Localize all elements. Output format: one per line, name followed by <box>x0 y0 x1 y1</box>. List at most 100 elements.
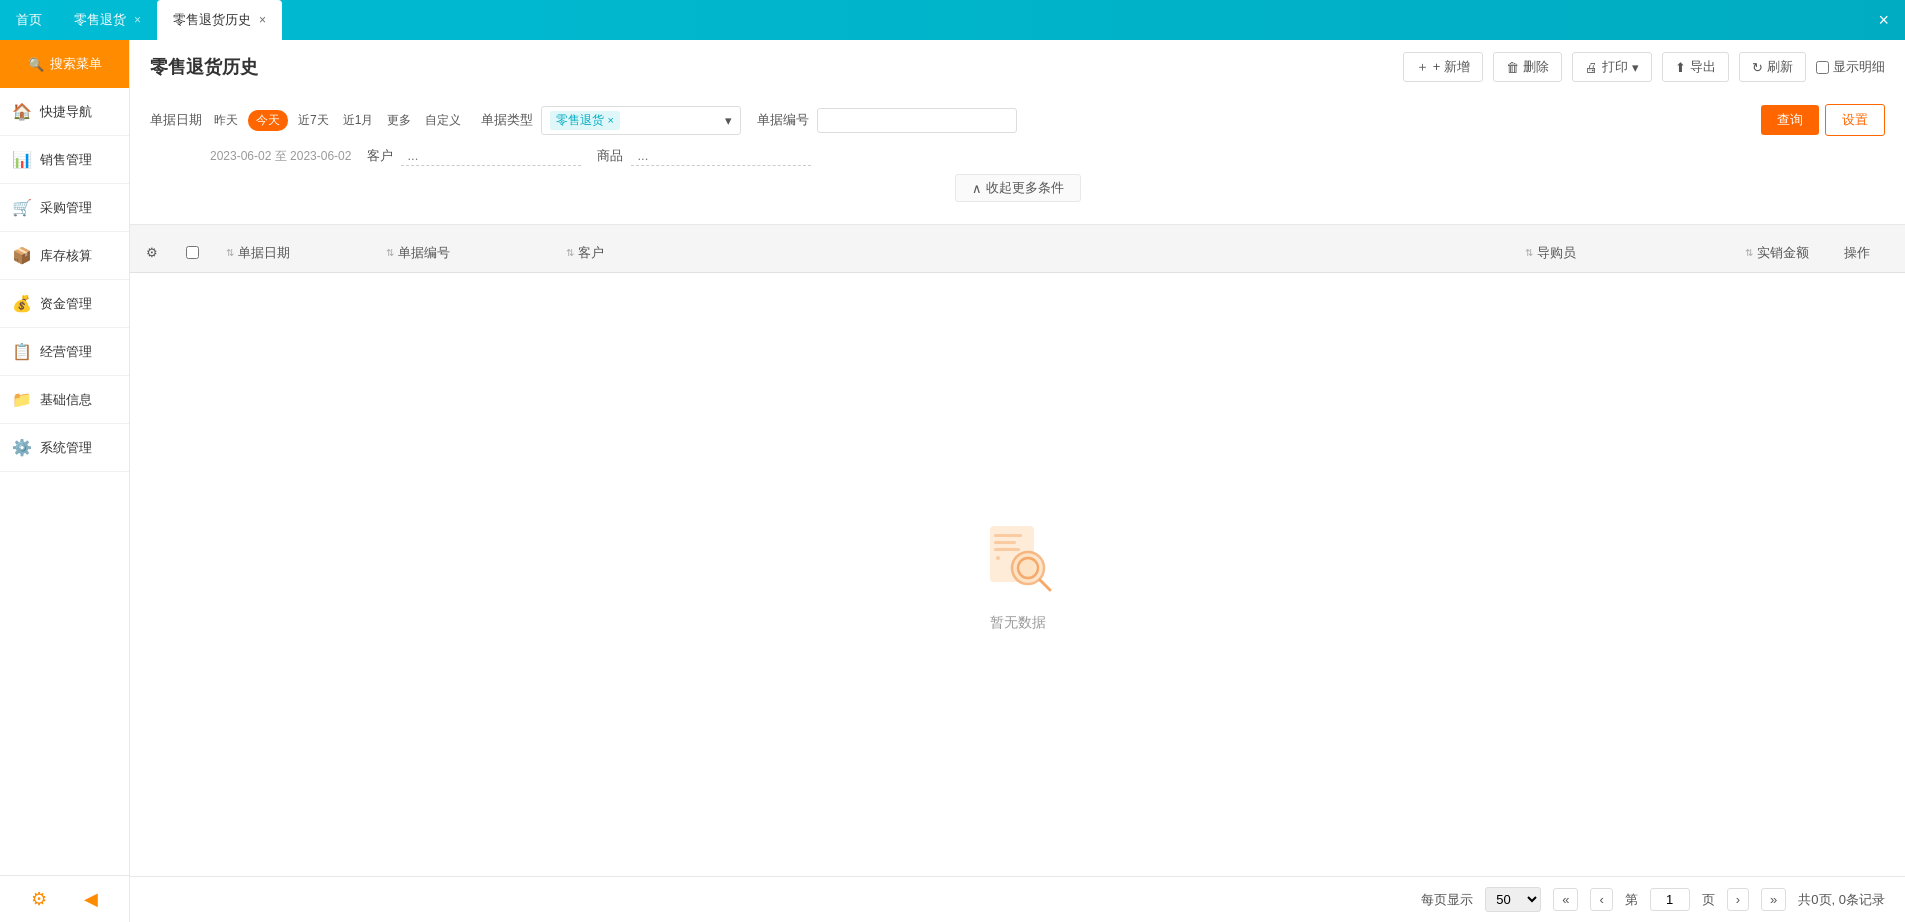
doc-type-tag-text: 零售退货 <box>556 112 604 129</box>
query-button[interactable]: 查询 <box>1761 105 1819 135</box>
sidebar: 🔍 搜索菜单 🏠 快捷导航 📊 销售管理 🛒 采购管理 📦 库存核算 💰 资金管… <box>0 40 130 922</box>
current-page-input[interactable] <box>1650 888 1690 911</box>
sidebar-item-basic-info[interactable]: 📁 基础信息 <box>0 376 129 424</box>
sort-guide-icon[interactable]: ⇅ <box>1525 247 1533 258</box>
nav-tabs: 首页 零售退货 × 零售退货历史 × <box>0 0 1862 40</box>
sidebar-item-basic-info-label: 基础信息 <box>40 391 92 409</box>
page-unit: 页 <box>1702 891 1715 909</box>
doc-type-filter: 单据类型 零售退货 × ▾ <box>481 106 741 135</box>
collapse-sidebar-icon[interactable]: ◀ <box>84 888 98 910</box>
window-close-button[interactable]: × <box>1862 10 1905 31</box>
sidebar-item-purchase-label: 采购管理 <box>40 199 92 217</box>
date-range-display: 2023-06-02 至 2023-06-02 <box>150 148 351 165</box>
sidebar-item-operations[interactable]: 📋 经营管理 <box>0 328 129 376</box>
prev-page-button[interactable]: ‹ <box>1590 888 1612 911</box>
shortcut-yesterday[interactable]: 昨天 <box>210 110 242 131</box>
empty-text: 暂无数据 <box>990 614 1046 632</box>
doc-type-label: 单据类型 <box>481 111 533 129</box>
filter-row-2: 2023-06-02 至 2023-06-02 客户 商品 <box>150 146 1885 166</box>
add-button[interactable]: ＋ + 新增 <box>1403 52 1483 82</box>
show-detail-checkbox[interactable] <box>1816 61 1829 74</box>
header-operation: 操作 <box>1817 244 1897 262</box>
shortcut-custom[interactable]: 自定义 <box>421 110 465 131</box>
table-container: ⚙ ⇅ 单据日期 ⇅ 单据编号 ⇅ 客户 ⇅ <box>130 233 1905 922</box>
page-size-label: 每页显示 <box>1421 891 1473 909</box>
svg-line-6 <box>1040 580 1050 590</box>
page-label: 第 <box>1625 891 1638 909</box>
tab-home[interactable]: 首页 <box>0 0 58 40</box>
sort-docno-icon[interactable]: ⇅ <box>386 247 394 258</box>
shortcut-1month[interactable]: 近1月 <box>339 110 378 131</box>
sidebar-item-sales-label: 销售管理 <box>40 151 92 169</box>
header-docno-label: 单据编号 <box>398 244 450 262</box>
goods-input[interactable] <box>631 146 811 166</box>
refresh-label: 刷新 <box>1767 58 1793 76</box>
main-layout: 🔍 搜索菜单 🏠 快捷导航 📊 销售管理 🛒 采购管理 📦 库存核算 💰 资金管… <box>0 40 1905 922</box>
select-all-checkbox[interactable] <box>186 246 199 259</box>
tab-retail-return-close[interactable]: × <box>134 13 141 27</box>
doc-type-tag-close[interactable]: × <box>607 114 613 126</box>
settings-bottom-icon[interactable]: ⚙ <box>31 888 47 910</box>
show-detail-checkbox-label[interactable]: 显示明细 <box>1816 58 1885 76</box>
date-filter-label: 单据日期 <box>150 111 202 129</box>
export-icon: ⬆ <box>1675 60 1686 75</box>
sidebar-item-system-label: 系统管理 <box>40 439 92 457</box>
svg-point-7 <box>996 556 1000 560</box>
shortcut-more[interactable]: 更多 <box>383 110 415 131</box>
header-docno: ⇅ 单据编号 <box>378 244 558 262</box>
sort-amount-icon[interactable]: ⇅ <box>1745 247 1753 258</box>
print-icon: 🖨 <box>1585 60 1598 75</box>
header-customer-label: 客户 <box>578 244 604 262</box>
sort-date-icon[interactable]: ⇅ <box>226 247 234 258</box>
date-range-text: 2023-06-02 至 2023-06-02 <box>210 148 351 165</box>
basic-info-icon: 📁 <box>12 390 32 409</box>
finance-icon: 💰 <box>12 294 32 313</box>
sidebar-search[interactable]: 🔍 搜索菜单 <box>0 40 129 88</box>
inventory-icon: 📦 <box>12 246 32 265</box>
page-title: 零售退货历史 <box>150 55 258 79</box>
tab-retail-return[interactable]: 零售退货 × <box>58 0 157 40</box>
header-actions: ＋ + 新增 🗑 删除 🖨 打印 ▾ ⬆ 导出 <box>1403 52 1885 82</box>
shortcut-today[interactable]: 今天 <box>248 110 288 131</box>
header-customer: ⇅ 客户 <box>558 244 1517 262</box>
doc-type-select[interactable]: 零售退货 × ▾ <box>541 106 741 135</box>
goods-filter: 商品 <box>597 146 811 166</box>
doc-no-input[interactable] <box>817 108 1017 133</box>
content-area: 零售退货历史 ＋ + 新增 🗑 删除 🖨 打印 ▾ <box>130 40 1905 922</box>
header-guide-label: 导购员 <box>1537 244 1576 262</box>
total-text: 共0页, 0条记录 <box>1798 891 1885 909</box>
print-button[interactable]: 🖨 打印 ▾ <box>1572 52 1652 82</box>
table-settings-icon[interactable]: ⚙ <box>146 245 158 260</box>
svg-rect-3 <box>994 548 1020 551</box>
sidebar-item-purchase[interactable]: 🛒 采购管理 <box>0 184 129 232</box>
sidebar-item-quick-nav[interactable]: 🏠 快捷导航 <box>0 88 129 136</box>
next-page-button[interactable]: › <box>1727 888 1749 911</box>
header-settings[interactable]: ⚙ <box>138 245 178 260</box>
filter-row-1: 单据日期 昨天 今天 近7天 近1月 更多 自定义 单据类型 <box>150 104 1885 136</box>
sidebar-item-sales[interactable]: 📊 销售管理 <box>0 136 129 184</box>
filter-area: 单据日期 昨天 今天 近7天 近1月 更多 自定义 单据类型 <box>150 94 1885 224</box>
shortcut-7days[interactable]: 近7天 <box>294 110 333 131</box>
customer-filter: 客户 <box>367 146 581 166</box>
sidebar-item-finance[interactable]: 💰 资金管理 <box>0 280 129 328</box>
customer-input[interactable] <box>401 146 581 166</box>
page-size-select[interactable]: 50 10 20 100 <box>1485 887 1541 912</box>
refresh-button[interactable]: ↻ 刷新 <box>1739 52 1806 82</box>
customer-label: 客户 <box>367 147 393 165</box>
settings-button[interactable]: 设置 <box>1825 104 1885 136</box>
doc-type-dropdown-icon: ▾ <box>725 113 732 128</box>
goods-label: 商品 <box>597 147 623 165</box>
delete-icon: 🗑 <box>1506 60 1519 75</box>
first-page-button[interactable]: « <box>1553 888 1578 911</box>
collapse-filter-button[interactable]: ∧ 收起更多条件 <box>955 174 1081 202</box>
sidebar-item-inventory[interactable]: 📦 库存核算 <box>0 232 129 280</box>
sort-customer-icon[interactable]: ⇅ <box>566 247 574 258</box>
tab-retail-return-history-close[interactable]: × <box>259 13 266 27</box>
delete-button[interactable]: 🗑 删除 <box>1493 52 1562 82</box>
header-checkbox[interactable] <box>178 246 218 259</box>
tab-retail-return-history[interactable]: 零售退货历史 × <box>157 0 282 40</box>
export-button[interactable]: ⬆ 导出 <box>1662 52 1729 82</box>
sidebar-item-system[interactable]: ⚙️ 系统管理 <box>0 424 129 472</box>
last-page-button[interactable]: » <box>1761 888 1786 911</box>
delete-label: 删除 <box>1523 58 1549 76</box>
